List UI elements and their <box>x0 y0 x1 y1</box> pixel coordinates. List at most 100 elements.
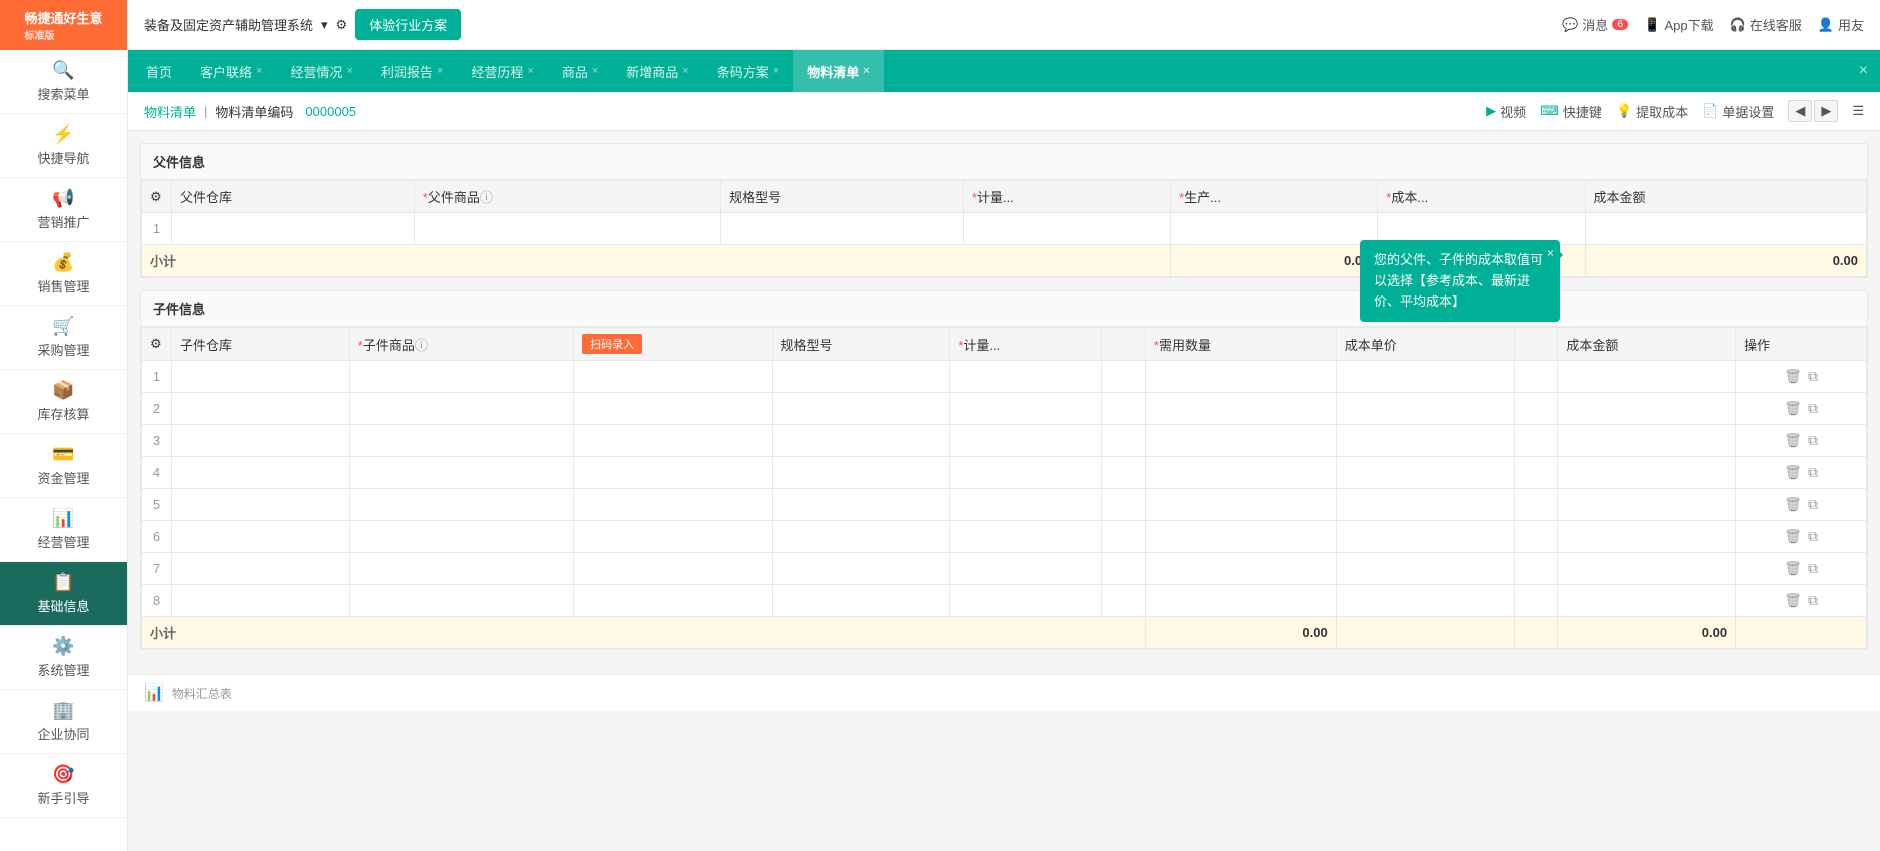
sidebar-item-quick-nav[interactable]: ⚡ 快捷导航 <box>0 114 127 178</box>
child-row-8-goods[interactable] <box>349 585 573 617</box>
copy-icon-3[interactable]: ⧉ <box>1808 432 1818 449</box>
breadcrumb-item1[interactable]: 物料清单 <box>144 102 196 121</box>
sidebar-item-guide[interactable]: 🎯 新手引导 <box>0 754 127 818</box>
child-row-7-unit-cost[interactable] <box>1336 553 1514 585</box>
child-row-7-scan[interactable] <box>574 553 772 585</box>
child-row-3-qty[interactable] <box>1145 425 1336 457</box>
user-item[interactable]: 👤 用友 <box>1818 15 1864 34</box>
tab-barcode[interactable]: 条码方案 × <box>703 50 793 92</box>
tab-profit-close[interactable]: × <box>437 65 443 77</box>
parent-row-1-spec[interactable] <box>721 213 964 245</box>
trial-button[interactable]: 体验行业方案 <box>355 9 461 40</box>
child-row-8-warehouse[interactable] <box>172 585 350 617</box>
sidebar-item-system[interactable]: ⚙️ 系统管理 <box>0 626 127 690</box>
scan-button[interactable]: 扫码录入 <box>582 334 642 354</box>
child-row-1-scan[interactable] <box>574 361 772 393</box>
extract-cost-button[interactable]: 💡 提取成本 <box>1616 102 1688 121</box>
single-setting-button[interactable]: 📄 单据设置 <box>1702 102 1774 121</box>
close-all-icon[interactable]: × <box>1851 62 1876 80</box>
child-row-2-spec[interactable] <box>772 393 950 425</box>
child-row-1-cost-amount[interactable] <box>1558 361 1736 393</box>
child-row-1-goods[interactable] <box>349 361 573 393</box>
app-download-item[interactable]: 📱 App下载 <box>1644 15 1713 34</box>
child-row-5-warehouse[interactable] <box>172 489 350 521</box>
tab-history-close[interactable]: × <box>527 65 533 77</box>
child-row-2-warehouse[interactable] <box>172 393 350 425</box>
child-row-6-unit-cost[interactable] <box>1336 521 1514 553</box>
sidebar-item-inventory[interactable]: 📦 库存核算 <box>0 370 127 434</box>
delete-icon-4[interactable]: 🗑 <box>1784 464 1802 481</box>
child-row-3-unit-cost[interactable] <box>1336 425 1514 457</box>
delete-icon-6[interactable]: 🗑 <box>1784 528 1802 545</box>
child-row-7-qty[interactable] <box>1145 553 1336 585</box>
child-row-8-unit[interactable] <box>950 585 1102 617</box>
tab-business-close[interactable]: × <box>346 65 352 77</box>
delete-icon-8[interactable]: 🗑 <box>1784 592 1802 609</box>
view-button[interactable]: ▶ 视频 <box>1486 102 1526 121</box>
child-row-4-cost-amount[interactable] <box>1558 457 1736 489</box>
child-row-8-cost-amount[interactable] <box>1558 585 1736 617</box>
tab-goods-close[interactable]: × <box>592 65 598 77</box>
child-row-1-unit-cost[interactable] <box>1336 361 1514 393</box>
child-row-2-scan[interactable] <box>574 393 772 425</box>
tab-new-goods-close[interactable]: × <box>682 65 688 77</box>
child-row-4-unit-cost[interactable] <box>1336 457 1514 489</box>
child-row-6-qty[interactable] <box>1145 521 1336 553</box>
tab-goods[interactable]: 商品 × <box>548 50 612 92</box>
child-row-5-unit-cost[interactable] <box>1336 489 1514 521</box>
parent-row-1-goods[interactable] <box>414 213 720 245</box>
child-row-1-spec[interactable] <box>772 361 950 393</box>
child-row-3-cost-amount[interactable] <box>1558 425 1736 457</box>
settings-icon[interactable]: ⚙ <box>336 17 348 33</box>
child-row-6-goods[interactable] <box>349 521 573 553</box>
child-row-3-spec[interactable] <box>772 425 950 457</box>
child-row-6-scan[interactable] <box>574 521 772 553</box>
message-item[interactable]: 💬 消息 6 <box>1562 15 1628 34</box>
child-row-5-goods[interactable] <box>349 489 573 521</box>
copy-icon-2[interactable]: ⧉ <box>1808 400 1818 417</box>
child-row-2-unit-cost[interactable] <box>1336 393 1514 425</box>
delete-icon-3[interactable]: 🗑 <box>1784 432 1802 449</box>
child-row-3-goods[interactable] <box>349 425 573 457</box>
delete-icon-5[interactable]: 🗑 <box>1784 496 1802 513</box>
tab-new-goods[interactable]: 新增商品 × <box>612 50 702 92</box>
child-row-2-qty[interactable] <box>1145 393 1336 425</box>
sidebar-item-marketing[interactable]: 📢 营销推广 <box>0 178 127 242</box>
tab-business[interactable]: 经营情况 × <box>276 50 366 92</box>
child-row-1-warehouse[interactable] <box>172 361 350 393</box>
child-row-4-qty[interactable] <box>1145 457 1336 489</box>
child-row-1-qty[interactable] <box>1145 361 1336 393</box>
copy-icon-6[interactable]: ⧉ <box>1808 528 1818 545</box>
child-row-7-spec[interactable] <box>772 553 950 585</box>
child-row-2-unit[interactable] <box>950 393 1102 425</box>
shortcut-button[interactable]: ⌨ 快捷键 <box>1540 102 1602 121</box>
child-row-6-warehouse[interactable] <box>172 521 350 553</box>
child-row-4-scan[interactable] <box>574 457 772 489</box>
parent-row-1-unit[interactable] <box>963 213 1170 245</box>
tab-customer[interactable]: 客户联络 × <box>186 50 276 92</box>
child-row-3-warehouse[interactable] <box>172 425 350 457</box>
sidebar-item-finance[interactable]: 💳 资金管理 <box>0 434 127 498</box>
tab-barcode-close[interactable]: × <box>773 65 779 77</box>
sidebar-item-ops[interactable]: 📊 经营管理 <box>0 498 127 562</box>
child-row-4-spec[interactable] <box>772 457 950 489</box>
prev-arrow[interactable]: ◀ <box>1788 100 1812 122</box>
tooltip-close-button[interactable]: × <box>1547 244 1554 263</box>
child-row-1-unit[interactable] <box>950 361 1102 393</box>
sidebar-item-sales[interactable]: 💰 销售管理 <box>0 242 127 306</box>
parent-row-1-cost-amount[interactable] <box>1585 213 1867 245</box>
child-row-8-unit-cost[interactable] <box>1336 585 1514 617</box>
sidebar-item-basic[interactable]: 📋 基础信息 <box>0 562 127 626</box>
child-row-7-cost-amount[interactable] <box>1558 553 1736 585</box>
child-row-4-goods[interactable] <box>349 457 573 489</box>
child-row-5-unit[interactable] <box>950 489 1102 521</box>
sidebar-item-purchase[interactable]: 🛒 采购管理 <box>0 306 127 370</box>
copy-icon-4[interactable]: ⧉ <box>1808 464 1818 481</box>
next-arrow[interactable]: ▶ <box>1814 100 1838 122</box>
dropdown-icon[interactable]: ▾ <box>321 17 328 33</box>
child-row-8-spec[interactable] <box>772 585 950 617</box>
child-row-7-warehouse[interactable] <box>172 553 350 585</box>
child-row-6-spec[interactable] <box>772 521 950 553</box>
parent-row-1-produce[interactable] <box>1171 213 1378 245</box>
sidebar-item-corp[interactable]: 🏢 企业协同 <box>0 690 127 754</box>
